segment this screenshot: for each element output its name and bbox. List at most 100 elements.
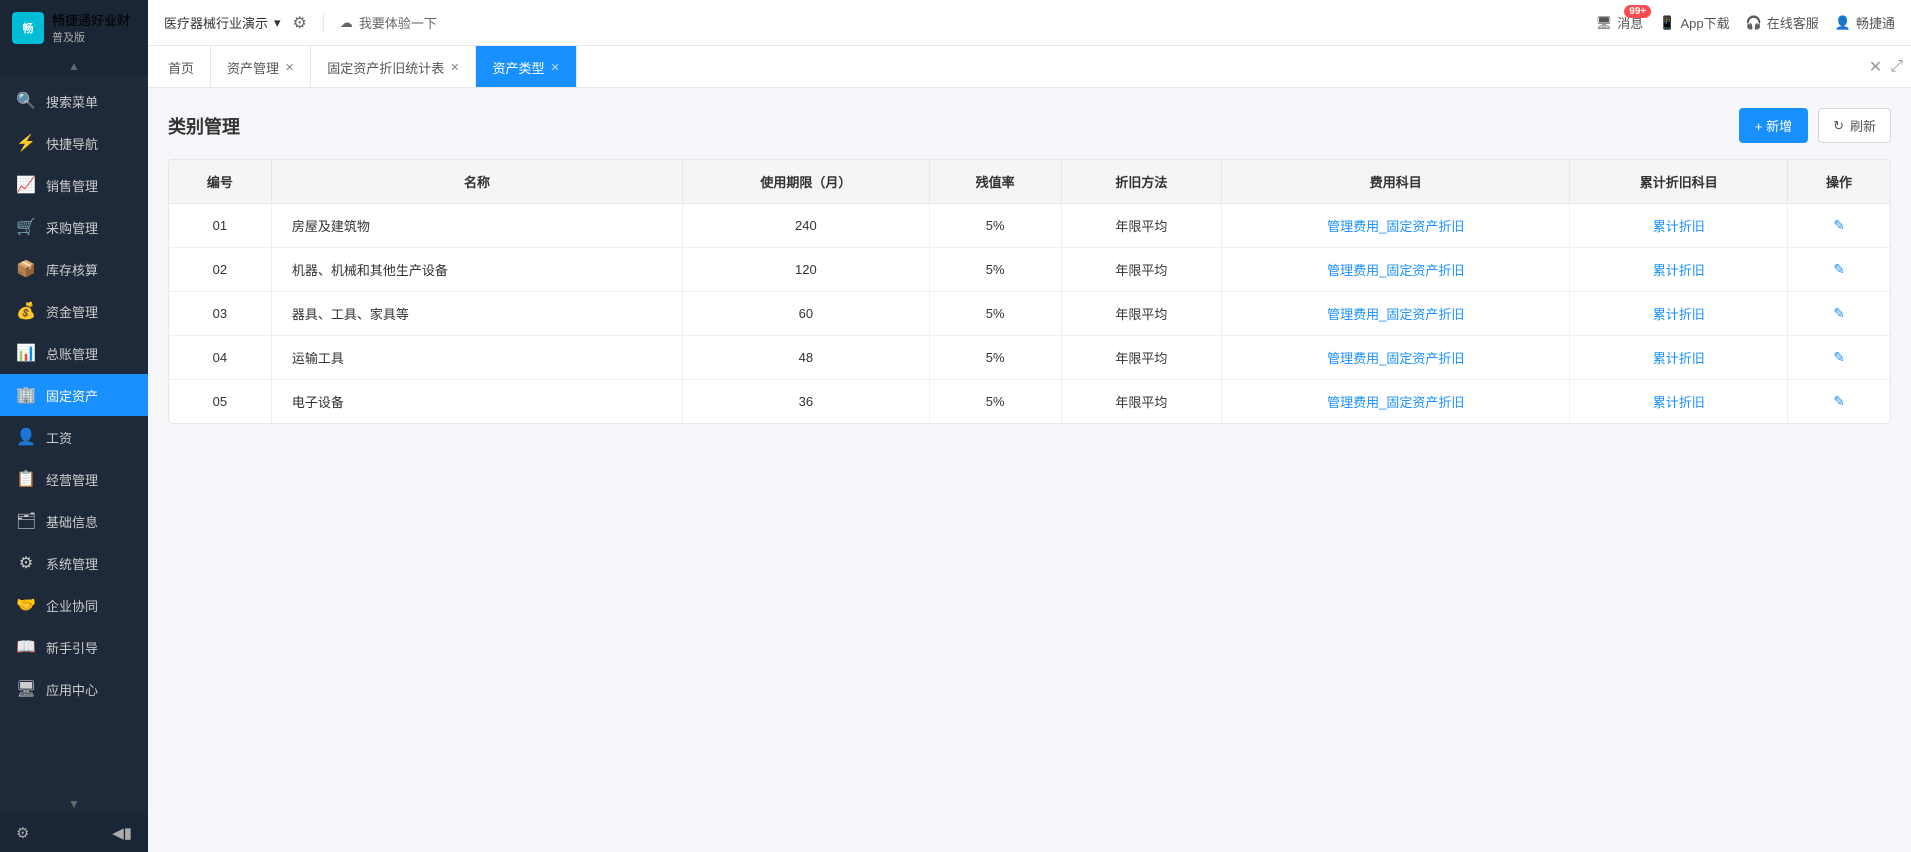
header-right: 🖥 消息 99 📱 App下载 🎧 在线客服 👤 畅捷通	[1596, 13, 1895, 32]
cell-method: 年限平均	[1061, 336, 1222, 380]
customer-service-label: 在线客服	[1767, 13, 1819, 32]
sidebar-item-label: 固定资产	[46, 386, 98, 405]
sidebar-item-新手引导[interactable]: 📖新手引导	[0, 626, 148, 668]
sidebar-icon: 💰	[16, 301, 36, 321]
sidebar-item-搜索菜单[interactable]: 🔍搜索菜单	[0, 80, 148, 122]
table-row: 05 电子设备 36 5% 年限平均 管理费用_固定资产折旧 累计折旧 ✎	[169, 380, 1890, 424]
trial-btn[interactable]: ☁ 我要体验一下	[340, 13, 437, 32]
sidebar-icon: ⚡	[16, 133, 36, 153]
settings-icon[interactable]: ⚙	[293, 13, 307, 33]
tab-1[interactable]: 资产管理✕	[211, 46, 311, 88]
sidebar-item-采购管理[interactable]: 🛒 采购管理	[0, 206, 148, 248]
cell-period: 240	[683, 204, 929, 248]
sidebar-item-库存核算[interactable]: 📦 库存核算	[0, 248, 148, 290]
cell-expense: 管理费用_固定资产折旧	[1222, 248, 1570, 292]
sidebar-item-label: 经营管理	[46, 470, 98, 489]
tab-3[interactable]: 资产类型✕	[476, 46, 576, 88]
refresh-icon: ↻	[1833, 118, 1844, 134]
cell-residual: 5%	[929, 248, 1061, 292]
cell-period: 36	[683, 380, 929, 424]
data-table: 编号名称使用期限（月）残值率折旧方法费用科目累计折旧科目操作 01 房屋及建筑物…	[168, 159, 1891, 424]
table-row: 03 器具、工具、家具等 60 5% 年限平均 管理费用_固定资产折旧 累计折旧…	[169, 292, 1890, 336]
cell-period: 120	[683, 248, 929, 292]
app-logo: 畅 畅捷通好业财 普及版	[0, 0, 148, 55]
cell-residual: 5%	[929, 204, 1061, 248]
sidebar-item-label: 库存核算	[46, 260, 98, 279]
cell-residual: 5%	[929, 380, 1061, 424]
sidebar-icon: 👤	[16, 427, 36, 447]
sidebar-item-总账管理[interactable]: 📊总账管理	[0, 332, 148, 374]
sidebar-item-基础信息[interactable]: 🗂基础信息	[0, 500, 148, 542]
sidebar-icon: 🛒	[16, 217, 36, 237]
cell-accum: 累计折旧	[1570, 336, 1788, 380]
page-title: 类别管理	[168, 113, 240, 139]
edit-btn[interactable]: ✎	[1833, 305, 1845, 321]
sidebar-icon: 📖	[16, 637, 36, 657]
col-header-名称: 名称	[271, 160, 682, 204]
tab-close-btn[interactable]: ✕	[551, 61, 560, 74]
collapse-icon[interactable]: ◀▮	[112, 824, 132, 842]
cell-accum: 累计折旧	[1570, 204, 1788, 248]
sidebar-item-工资[interactable]: 👤工资	[0, 416, 148, 458]
page-actions: + 新增 ↻ 刷新	[1739, 108, 1891, 143]
edit-btn[interactable]: ✎	[1833, 217, 1845, 233]
user-menu[interactable]: 👤 畅捷通	[1835, 13, 1895, 32]
edit-btn[interactable]: ✎	[1833, 349, 1845, 365]
cell-expense: 管理费用_固定资产折旧	[1222, 292, 1570, 336]
cell-residual: 5%	[929, 336, 1061, 380]
cell-name: 机器、机械和其他生产设备	[271, 248, 682, 292]
sidebar-icon: 🤝	[16, 595, 36, 615]
sidebar-item-label: 采购管理	[46, 218, 98, 237]
customer-service-btn[interactable]: 🎧 在线客服	[1746, 13, 1819, 32]
sidebar-item-label: 企业协同	[46, 596, 98, 615]
cell-id: 03	[169, 292, 271, 336]
header-divider	[323, 13, 324, 33]
notification-btn[interactable]: 🖥 消息 99	[1596, 13, 1644, 32]
cell-residual: 5%	[929, 292, 1061, 336]
tabs-container: 首页资产管理✕固定资产折旧统计表✕资产类型✕	[148, 46, 1869, 87]
maximize-tab-btn[interactable]: ⤢	[1890, 58, 1903, 76]
tab-close-btn[interactable]: ✕	[450, 61, 459, 74]
app-download-icon: 📱	[1659, 15, 1675, 31]
cell-action: ✎	[1788, 292, 1890, 336]
col-header-费用科目: 费用科目	[1222, 160, 1570, 204]
col-header-折旧方法: 折旧方法	[1061, 160, 1222, 204]
sidebar-item-系统管理[interactable]: ⚙系统管理	[0, 542, 148, 584]
sidebar-item-销售管理[interactable]: 📈销售管理	[0, 164, 148, 206]
cell-method: 年限平均	[1061, 380, 1222, 424]
workspace-selector[interactable]: 医疗器械行业演示 ▾	[164, 13, 281, 32]
cell-action: ✎	[1788, 248, 1890, 292]
tab-2[interactable]: 固定资产折旧统计表✕	[311, 46, 476, 88]
sidebar-nav: 🔍搜索菜单⚡快捷导航📈销售管理 🛒 采购管理 📦 库存核算 💰资金管理📊总账管理🏢固定资产…	[0, 76, 148, 793]
tab-close-btn[interactable]: ✕	[285, 61, 294, 74]
sidebar-item-企业协同[interactable]: 🤝 企业协同	[0, 584, 148, 626]
cell-action: ✎	[1788, 336, 1890, 380]
sidebar-item-资金管理[interactable]: 💰资金管理	[0, 290, 148, 332]
settings-icon[interactable]: ⚙	[16, 824, 29, 842]
sidebar-item-label: 搜索菜单	[46, 92, 98, 111]
workspace-dropdown-icon: ▾	[274, 15, 281, 31]
sidebar-item-快捷导航[interactable]: ⚡快捷导航	[0, 122, 148, 164]
sidebar-item-固定资产[interactable]: 🏢固定资产	[0, 374, 148, 416]
new-btn[interactable]: + 新增	[1739, 108, 1808, 143]
sidebar-icon: 📦	[16, 259, 36, 279]
cell-id: 02	[169, 248, 271, 292]
notification-icon: 🖥	[1596, 15, 1613, 31]
table-row: 04 运输工具 48 5% 年限平均 管理费用_固定资产折旧 累计折旧 ✎	[169, 336, 1890, 380]
table-body: 01 房屋及建筑物 240 5% 年限平均 管理费用_固定资产折旧 累计折旧 ✎…	[169, 204, 1890, 424]
edit-btn[interactable]: ✎	[1833, 261, 1845, 277]
page-header: 类别管理 + 新增 ↻ 刷新	[168, 108, 1891, 143]
sidebar-item-应用中心[interactable]: 🖥应用中心	[0, 668, 148, 710]
edit-btn[interactable]: ✎	[1833, 393, 1845, 409]
sidebar-item-label: 基础信息	[46, 512, 98, 531]
close-tab-btn[interactable]: ✕	[1869, 57, 1882, 77]
refresh-btn[interactable]: ↻ 刷新	[1818, 108, 1891, 143]
tab-0[interactable]: 首页	[148, 46, 211, 88]
table-row: 01 房屋及建筑物 240 5% 年限平均 管理费用_固定资产折旧 累计折旧 ✎	[169, 204, 1890, 248]
cell-period: 60	[683, 292, 929, 336]
col-header-操作: 操作	[1788, 160, 1890, 204]
col-header-残值率: 残值率	[929, 160, 1061, 204]
sidebar-item-经营管理[interactable]: 📋经营管理	[0, 458, 148, 500]
trial-label: 我要体验一下	[359, 13, 437, 32]
app-download-btn[interactable]: 📱 App下载	[1659, 13, 1729, 32]
